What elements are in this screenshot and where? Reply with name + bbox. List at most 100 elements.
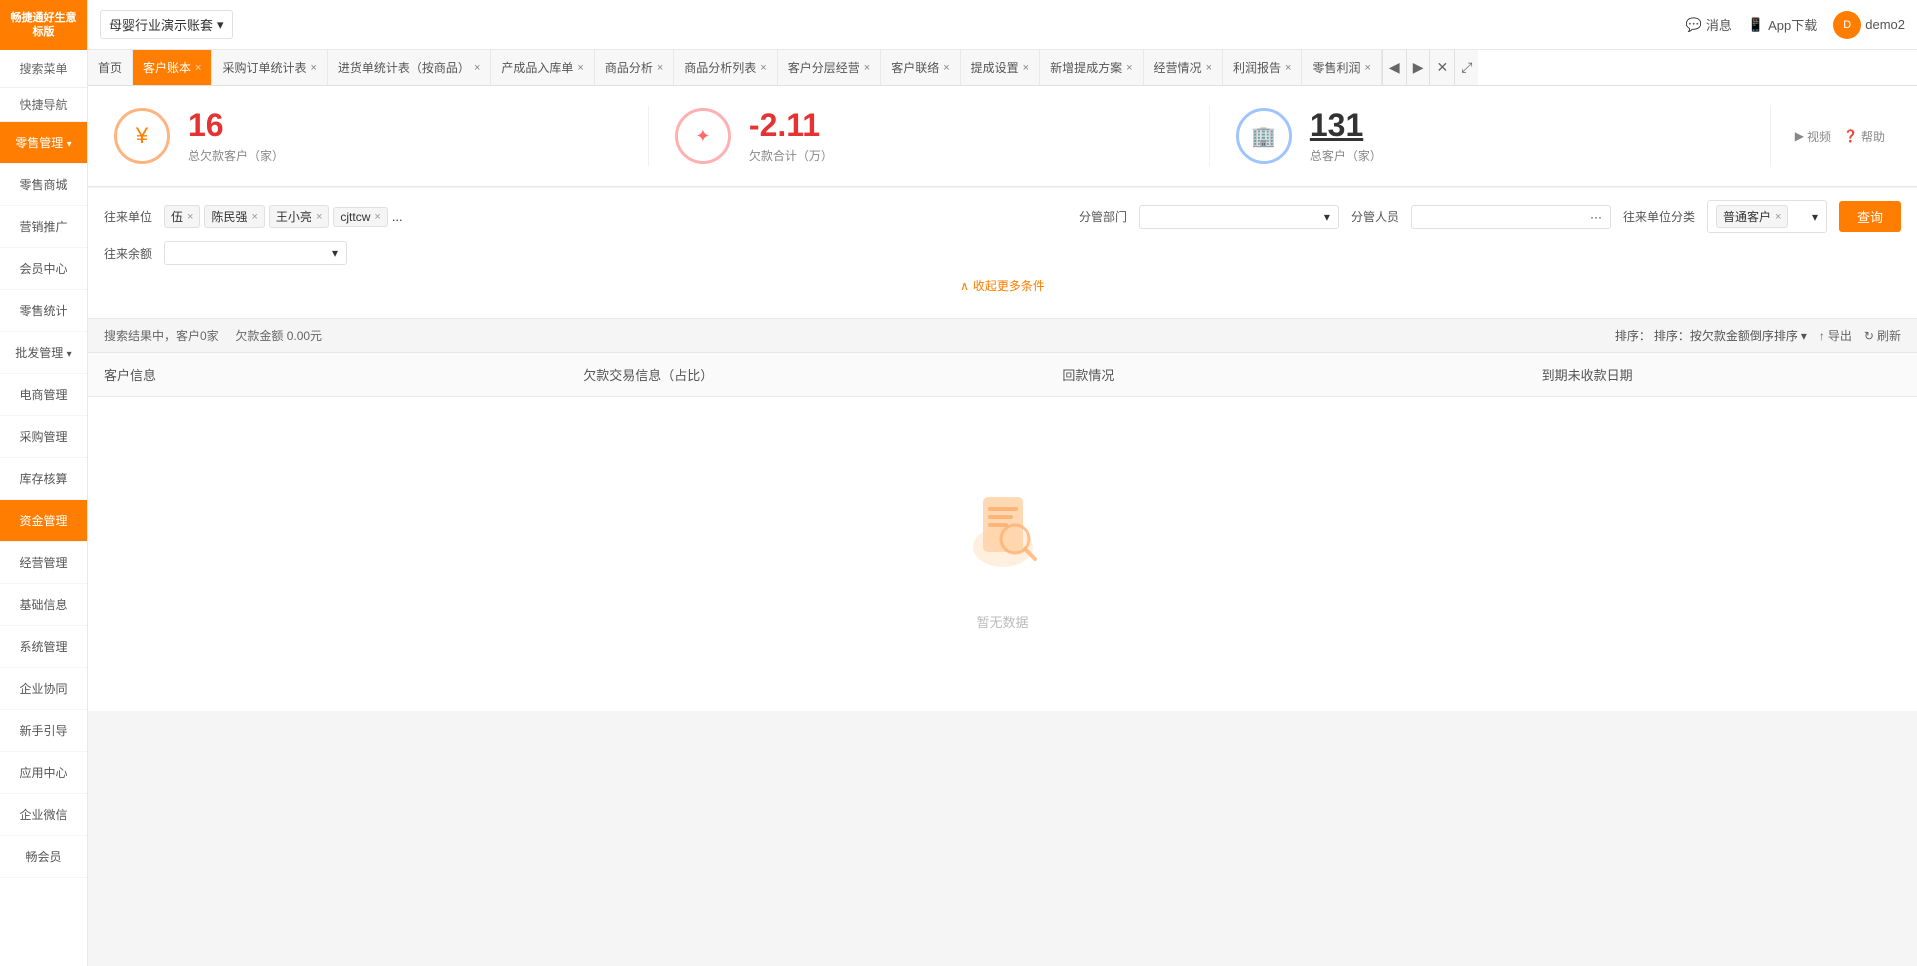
col-header-debt: 欠款交易信息（占比） <box>583 365 1062 384</box>
sidebar-item-new-guide[interactable]: 新手引导 <box>0 710 87 752</box>
sort-select[interactable]: 排序： 排序：按欠款金额倒序排序 ▾ <box>1615 327 1807 344</box>
unit-type-chevron-down-icon: ▾ <box>1812 210 1818 224</box>
unit-tag-wu-close[interactable]: × <box>187 211 193 223</box>
balance-filter-select[interactable]: ▾ <box>164 241 347 265</box>
sidebar-item-ecommerce[interactable]: 电商管理 <box>0 374 87 416</box>
tab-scroll-left[interactable]: ◀ <box>1382 50 1406 85</box>
manager-filter-input[interactable] <box>1420 210 1586 224</box>
refresh-btn[interactable]: ↻ 刷新 <box>1864 327 1901 344</box>
tab-profit-report[interactable]: 利润报告 × <box>1223 50 1302 85</box>
tab-product-analysis-list-label: 商品分析列表 <box>684 59 756 76</box>
video-help-btn[interactable]: ▶ 视频 <box>1795 128 1831 145</box>
balance-filter-input[interactable] <box>173 246 328 260</box>
tab-customer-tier[interactable]: 客户分层经营 × <box>778 50 881 85</box>
unit-tag-cjttcw-close[interactable]: × <box>374 211 380 223</box>
sidebar-item-retail-mgmt[interactable]: 零售管理 ▾ <box>0 122 87 164</box>
sidebar-item-app-center[interactable]: 应用中心 <box>0 752 87 794</box>
tab-product-analysis[interactable]: 商品分析 × <box>595 50 674 85</box>
sidebar-item-operations[interactable]: 经营管理 <box>0 542 87 584</box>
stat-help: ▶ 视频 ❓ 帮助 <box>1795 128 1893 145</box>
tab-product-analysis-list[interactable]: 商品分析列表 × <box>674 50 777 85</box>
tab-raise-settings[interactable]: 提成设置 × <box>961 50 1040 85</box>
tab-retail-profit[interactable]: 零售利润 × <box>1302 50 1381 85</box>
tab-customer-accounts-close[interactable]: × <box>195 62 201 74</box>
tab-customer-accounts-label: 客户账本 <box>143 59 191 76</box>
tab-maximize[interactable]: ⤢ <box>1454 50 1478 85</box>
tab-new-raise-label: 新增提成方案 <box>1050 59 1122 76</box>
help-btn[interactable]: ❓ 帮助 <box>1843 128 1885 145</box>
tab-retail-profit-close[interactable]: × <box>1364 62 1370 74</box>
tab-product-analysis-close[interactable]: × <box>657 62 663 74</box>
sidebar-item-marketing[interactable]: 营销推广 <box>0 206 87 248</box>
stat-debt-amount-number: -2.11 <box>749 108 833 143</box>
unit-type-tag-close[interactable]: × <box>1775 211 1781 223</box>
export-btn[interactable]: ↑ 导出 <box>1819 327 1852 344</box>
tab-cost-inbound[interactable]: 产成品入库单 × <box>491 50 594 85</box>
tab-operations[interactable]: 经营情况 × <box>1144 50 1223 85</box>
account-selector[interactable]: 母婴行业演示账套 ▾ <box>100 10 233 39</box>
stat-debt-customers-label: 总欠款客户（家） <box>188 147 284 164</box>
unit-tag-more[interactable]: ... <box>392 209 403 224</box>
topbar-left: 母婴行业演示账套 ▾ <box>100 10 233 39</box>
sidebar-item-finance[interactable]: 资金管理 <box>0 500 87 542</box>
dept-filter-select[interactable]: ▾ <box>1139 205 1339 229</box>
tab-customer-contact-close[interactable]: × <box>943 62 949 74</box>
sidebar-item-enterprise-wechat[interactable]: 企业微信 <box>0 794 87 836</box>
filter-collapse-row: ∧ 收起更多条件 <box>104 273 1901 298</box>
tab-raise-settings-close[interactable]: × <box>1023 62 1029 74</box>
tab-purchase-stats[interactable]: 进货单统计表（按商品） × <box>328 50 491 85</box>
sidebar-item-retail-stats[interactable]: 零售统计 <box>0 290 87 332</box>
query-button[interactable]: 查询 <box>1839 201 1901 232</box>
sidebar-item-wholesale-mgmt[interactable]: 批发管理 ▾ <box>0 332 87 374</box>
app-logo-text: 畅捷通好生意 标版 <box>11 11 77 40</box>
message-btn[interactable]: 💬 消息 <box>1686 15 1732 34</box>
tab-purchase-order-close[interactable]: × <box>310 62 316 74</box>
sidebar-item-quick-nav[interactable]: 快捷导航 <box>0 88 87 122</box>
tab-operations-close[interactable]: × <box>1206 62 1212 74</box>
sidebar-item-retail-mall[interactable]: 零售商城 <box>0 164 87 206</box>
unit-filter-label: 往来单位 <box>104 208 152 225</box>
stat-debt-customers-number: 16 <box>188 108 284 143</box>
unit-tag-chen-close[interactable]: × <box>251 211 257 223</box>
tab-profit-report-close[interactable]: × <box>1285 62 1291 74</box>
tab-scroll-right[interactable]: ▶ <box>1406 50 1430 85</box>
tab-customer-contact[interactable]: 客户联络 × <box>881 50 960 85</box>
tab-close-all[interactable]: ✕ <box>1429 50 1454 85</box>
tab-home[interactable]: 首页 <box>88 50 133 85</box>
sidebar-item-inventory[interactable]: 库存核算 <box>0 458 87 500</box>
unit-tag-wang-close[interactable]: × <box>316 211 322 223</box>
unit-type-filter-select[interactable]: 普通客户 × ▾ <box>1707 200 1827 233</box>
user-menu[interactable]: D demo2 <box>1833 11 1905 39</box>
tab-raise-settings-label: 提成设置 <box>971 59 1019 76</box>
sidebar-item-purchase[interactable]: 采购管理 <box>0 416 87 458</box>
sidebar-item-basic-info[interactable]: 基础信息 <box>0 584 87 626</box>
stat-total-customers-number: 131 <box>1310 108 1382 143</box>
manager-filter-select[interactable]: ··· <box>1411 205 1611 229</box>
stat-debt-customers-icon: ¥ <box>112 106 172 166</box>
yuan-icon: ¥ <box>114 108 170 164</box>
sidebar-item-premium-member[interactable]: 畅会员 <box>0 836 87 878</box>
dept-filter-input[interactable] <box>1148 210 1320 224</box>
tab-new-raise-close[interactable]: × <box>1126 62 1132 74</box>
unit-tag-cjttcw: cjttcw × <box>333 207 387 227</box>
building-icon: 🏢 <box>1236 108 1292 164</box>
app-download-btn[interactable]: 📱 App下载 <box>1748 15 1817 34</box>
col-header-date: 到期未收款日期 <box>1542 365 1901 384</box>
sidebar: 畅捷通好生意 标版 搜索菜单 快捷导航 零售管理 ▾ 零售商城 营销推广 会员中… <box>0 0 88 966</box>
tab-customer-accounts[interactable]: 客户账本 × <box>133 50 212 85</box>
tab-product-analysis-list-close[interactable]: × <box>760 62 766 74</box>
filter-row-1: 往来单位 伍 × 陈民强 × 王小亮 × cjttcw <box>104 200 1901 233</box>
tab-cost-inbound-close[interactable]: × <box>577 62 583 74</box>
tab-customer-tier-close[interactable]: × <box>864 62 870 74</box>
sidebar-item-search[interactable]: 搜索菜单 <box>0 50 87 88</box>
tab-purchase-order[interactable]: 采购订单统计表 × <box>212 50 327 85</box>
tab-purchase-order-label: 采购订单统计表 <box>222 59 306 76</box>
tab-purchase-stats-close[interactable]: × <box>474 62 480 74</box>
sidebar-item-enterprise-collab[interactable]: 企业协同 <box>0 668 87 710</box>
collapse-button[interactable]: ∧ 收起更多条件 <box>952 273 1053 298</box>
filter-row-2: 往来余额 ▾ <box>104 241 1901 265</box>
sidebar-item-system-mgmt[interactable]: 系统管理 <box>0 626 87 668</box>
tab-new-raise[interactable]: 新增提成方案 × <box>1040 50 1143 85</box>
sidebar-item-member-center[interactable]: 会员中心 <box>0 248 87 290</box>
unit-type-filter-label: 往来单位分类 <box>1623 208 1695 225</box>
